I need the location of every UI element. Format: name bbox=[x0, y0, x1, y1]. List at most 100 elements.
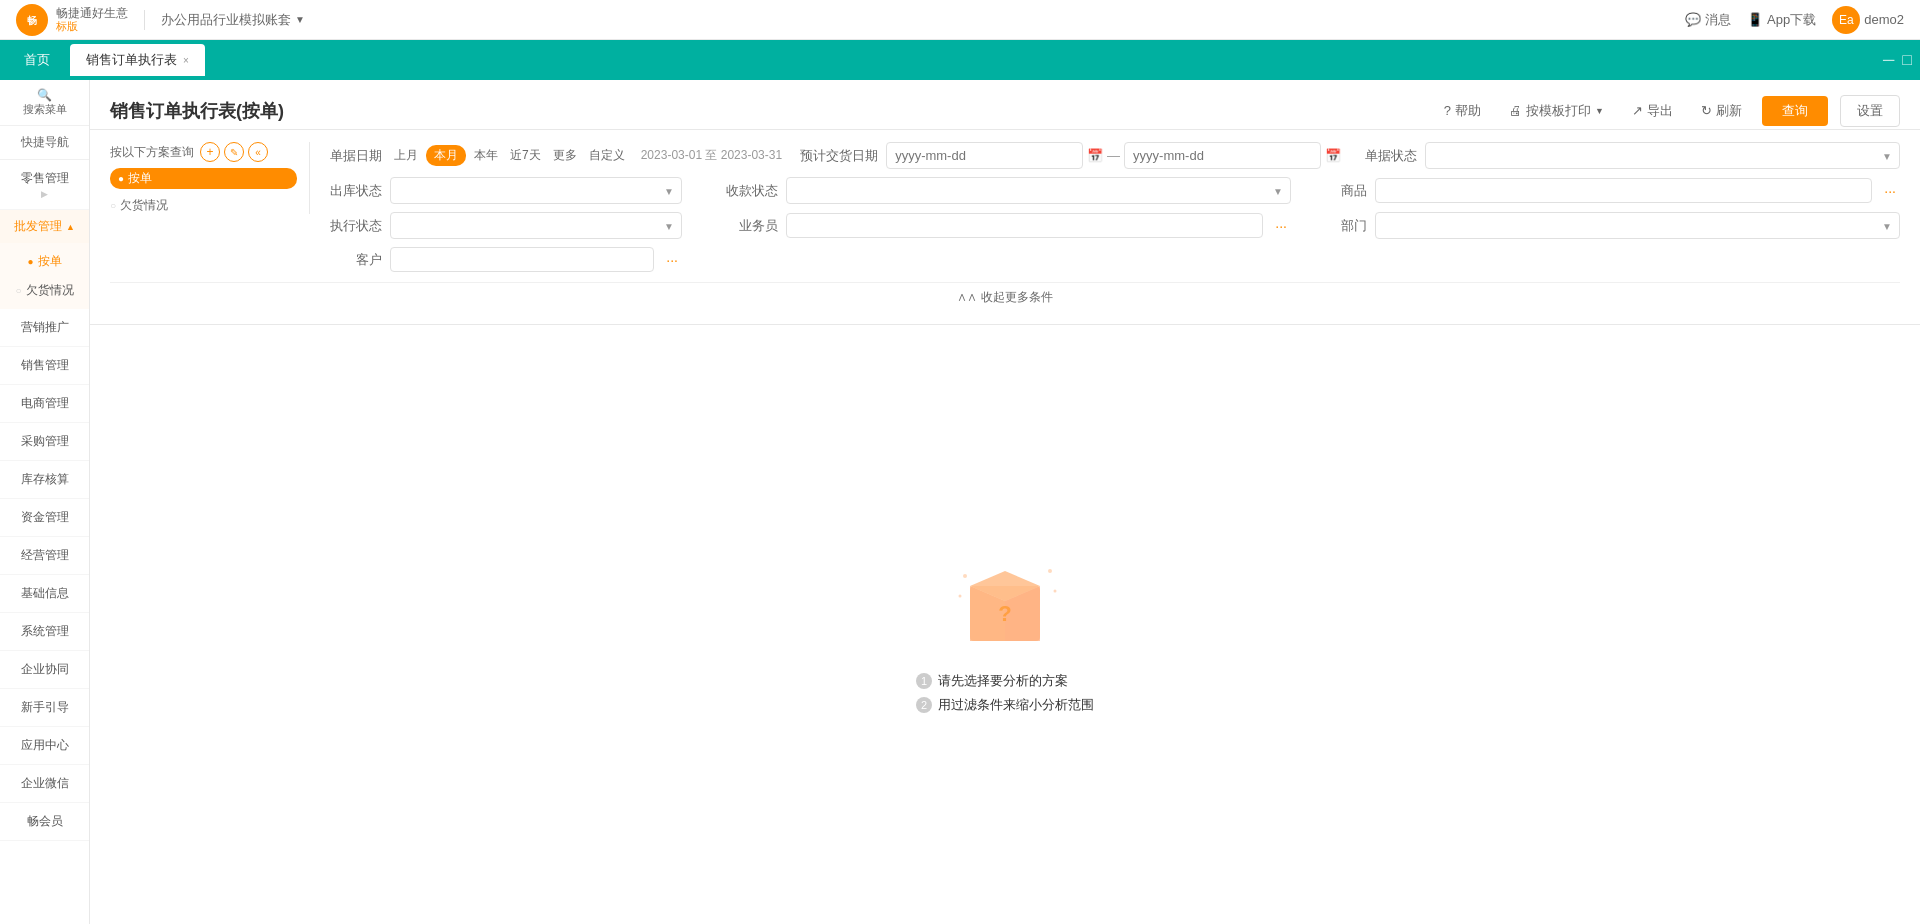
page-header: 销售订单执行表(按单) ? 帮助 🖨 按模板打印 ▼ ↗ 导出 ↻ 刷新 bbox=[90, 80, 1920, 130]
page-title: 销售订单执行表(按单) bbox=[110, 99, 284, 123]
sidebar-item-apps[interactable]: 应用中心 bbox=[0, 727, 89, 765]
sidebar-search[interactable]: 🔍 搜索菜单 bbox=[0, 80, 89, 126]
tab-close-icon[interactable]: × bbox=[183, 55, 189, 66]
receipt-group: 收款状态 ▼ bbox=[698, 177, 1291, 204]
sidebar-sub-wholesale: ● 按单 ○ 欠货情况 bbox=[0, 243, 89, 309]
company-dropdown[interactable]: 办公用品行业模拟账套 ▼ bbox=[161, 11, 305, 29]
sidebar-item-finance[interactable]: 资金管理 bbox=[0, 499, 89, 537]
app-download-button[interactable]: 📱 App下载 bbox=[1747, 11, 1816, 29]
chevron-down-icon: ▼ bbox=[295, 14, 305, 25]
refresh-icon: ↻ bbox=[1701, 103, 1712, 118]
main-layout: 🔍 搜索菜单 快捷导航 零售管理 ▶ 批发管理 ▲ ● 按单 ○ 欠货情况 营销… bbox=[0, 80, 1920, 924]
sidebar-item-sales[interactable]: 销售管理 bbox=[0, 347, 89, 385]
product-input[interactable] bbox=[1375, 178, 1872, 203]
product-group: 商品 ··· bbox=[1307, 178, 1900, 203]
top-bar-left: 畅 畅捷通好生意 标版 办公用品行业模拟账套 ▼ bbox=[16, 4, 305, 36]
user-menu[interactable]: Ea demo2 bbox=[1832, 6, 1904, 34]
exec-select[interactable] bbox=[390, 212, 682, 239]
order-status-select[interactable] bbox=[1425, 142, 1900, 169]
logo-text: 畅捷通好生意 标版 bbox=[56, 6, 128, 34]
date-tab-7days[interactable]: 近7天 bbox=[506, 145, 545, 166]
query-button[interactable]: 查询 bbox=[1762, 96, 1828, 126]
expected-date-start[interactable] bbox=[886, 142, 1083, 169]
avatar: Ea bbox=[1832, 6, 1860, 34]
sidebar-item-wechat[interactable]: 企业微信 bbox=[0, 765, 89, 803]
collapse-bar[interactable]: ∧∧ 收起更多条件 bbox=[110, 282, 1900, 312]
order-status-select-wrap: ▼ bbox=[1425, 142, 1900, 169]
circle-icon: ○ bbox=[15, 285, 21, 296]
help-button[interactable]: ? 帮助 bbox=[1436, 98, 1489, 124]
sidebar-item-system[interactable]: 系统管理 bbox=[0, 613, 89, 651]
nav-tabs: 首页 销售订单执行表 × ─ □ bbox=[0, 40, 1920, 80]
outbound-select[interactable] bbox=[390, 177, 682, 204]
chevron-right-icon: ▶ bbox=[41, 189, 48, 199]
message-button[interactable]: 💬 消息 bbox=[1685, 11, 1731, 29]
product-dots-button[interactable]: ··· bbox=[1880, 183, 1900, 199]
date-filter-group: 单据日期 上月 本月 本年 近7天 更多 自定义 2023-03-01 至 20… bbox=[322, 145, 782, 166]
customer-input[interactable] bbox=[390, 247, 654, 272]
filter-row-dates: 单据日期 上月 本月 本年 近7天 更多 自定义 2023-03-01 至 20… bbox=[322, 142, 1900, 169]
date-tab-thismonth[interactable]: 本月 bbox=[426, 145, 466, 166]
receipt-select-wrap: ▼ bbox=[786, 177, 1291, 204]
edit-scheme-button[interactable]: ✎ bbox=[224, 142, 244, 162]
scheme-actions: + ✎ « bbox=[200, 142, 268, 162]
empty-illustration: ? bbox=[945, 536, 1065, 656]
sidebar-item-wholesale[interactable]: 批发管理 ▲ bbox=[0, 210, 89, 243]
date-tab-lastmonth[interactable]: 上月 bbox=[390, 145, 422, 166]
sidebar-sub-item-debt[interactable]: ○ 欠货情况 bbox=[0, 276, 89, 305]
date-tab-thisyear[interactable]: 本年 bbox=[470, 145, 502, 166]
empty-step-1: 1 请先选择要分析的方案 bbox=[916, 672, 1094, 690]
minimize-button[interactable]: ─ bbox=[1883, 51, 1894, 69]
svg-text:畅: 畅 bbox=[27, 15, 37, 26]
filter-panel: 按以下方案查询 + ✎ « ● 按单 ○ bbox=[90, 130, 1920, 325]
expected-date-range: 📅 — 📅 bbox=[886, 142, 1341, 169]
sidebar-sub-item-order[interactable]: ● 按单 bbox=[0, 247, 89, 276]
add-scheme-button[interactable]: + bbox=[200, 142, 220, 162]
outbound-select-wrap: ▼ bbox=[390, 177, 682, 204]
sidebar-item-inventory[interactable]: 库存核算 bbox=[0, 461, 89, 499]
print-icon: 🖨 bbox=[1509, 103, 1522, 118]
collapse-scheme-button[interactable]: « bbox=[248, 142, 268, 162]
order-status-group: 单据状态 ▼ bbox=[1357, 142, 1900, 169]
sidebar-item-operation[interactable]: 经营管理 bbox=[0, 537, 89, 575]
empty-step-2: 2 用过滤条件来缩小分析范围 bbox=[916, 696, 1094, 714]
top-bar-right: 💬 消息 📱 App下载 Ea demo2 bbox=[1685, 6, 1904, 34]
sidebar-item-retail[interactable]: 零售管理 ▶ bbox=[0, 160, 89, 210]
customer-group: 客户 ··· bbox=[322, 247, 682, 272]
sidebar-item-enterprise[interactable]: 企业协同 bbox=[0, 651, 89, 689]
settings-button[interactable]: 设置 bbox=[1840, 95, 1900, 127]
empty-text: 1 请先选择要分析的方案 2 用过滤条件来缩小分析范围 bbox=[916, 672, 1094, 714]
date-tab-more[interactable]: 更多 bbox=[549, 145, 581, 166]
maximize-button[interactable]: □ bbox=[1902, 51, 1912, 69]
search-icon: 🔍 bbox=[37, 88, 52, 102]
circle-icon: ○ bbox=[110, 200, 116, 211]
tab-sales-order[interactable]: 销售订单执行表 × bbox=[70, 44, 205, 76]
customer-dots-button[interactable]: ··· bbox=[662, 252, 682, 268]
sidebar: 🔍 搜索菜单 快捷导航 零售管理 ▶ 批发管理 ▲ ● 按单 ○ 欠货情况 营销… bbox=[0, 80, 90, 924]
svg-text:?: ? bbox=[998, 601, 1011, 626]
scheme-sub-debt[interactable]: ○ 欠货情况 bbox=[110, 197, 297, 214]
sidebar-item-newbie[interactable]: 新手引导 bbox=[0, 689, 89, 727]
sidebar-item-basic[interactable]: 基础信息 bbox=[0, 575, 89, 613]
tab-home[interactable]: 首页 bbox=[8, 44, 66, 76]
scheme-header: 按以下方案查询 + ✎ « bbox=[110, 142, 297, 162]
salesperson-input[interactable] bbox=[786, 213, 1263, 238]
salesperson-dots-button[interactable]: ··· bbox=[1271, 218, 1291, 234]
svg-point-10 bbox=[1054, 589, 1057, 592]
expected-date-end[interactable] bbox=[1124, 142, 1321, 169]
expected-date-group: 预计交货日期 📅 — 📅 bbox=[798, 142, 1341, 169]
refresh-button[interactable]: ↻ 刷新 bbox=[1693, 98, 1750, 124]
print-button[interactable]: 🖨 按模板打印 ▼ bbox=[1501, 98, 1612, 124]
sidebar-item-member[interactable]: 畅会员 bbox=[0, 803, 89, 841]
filter-row-4: 客户 ··· bbox=[322, 247, 1900, 272]
export-button[interactable]: ↗ 导出 bbox=[1624, 98, 1681, 124]
sidebar-item-ecommerce[interactable]: 电商管理 bbox=[0, 385, 89, 423]
collapse-icon: ∧∧ bbox=[957, 290, 977, 304]
scheme-active-item[interactable]: ● 按单 bbox=[110, 168, 297, 189]
receipt-select[interactable] bbox=[786, 177, 1291, 204]
date-tab-custom[interactable]: 自定义 bbox=[585, 145, 629, 166]
dept-select[interactable] bbox=[1375, 212, 1900, 239]
sidebar-item-purchase[interactable]: 采购管理 bbox=[0, 423, 89, 461]
sidebar-item-marketing[interactable]: 营销推广 bbox=[0, 309, 89, 347]
sidebar-quick-nav[interactable]: 快捷导航 bbox=[0, 126, 89, 160]
